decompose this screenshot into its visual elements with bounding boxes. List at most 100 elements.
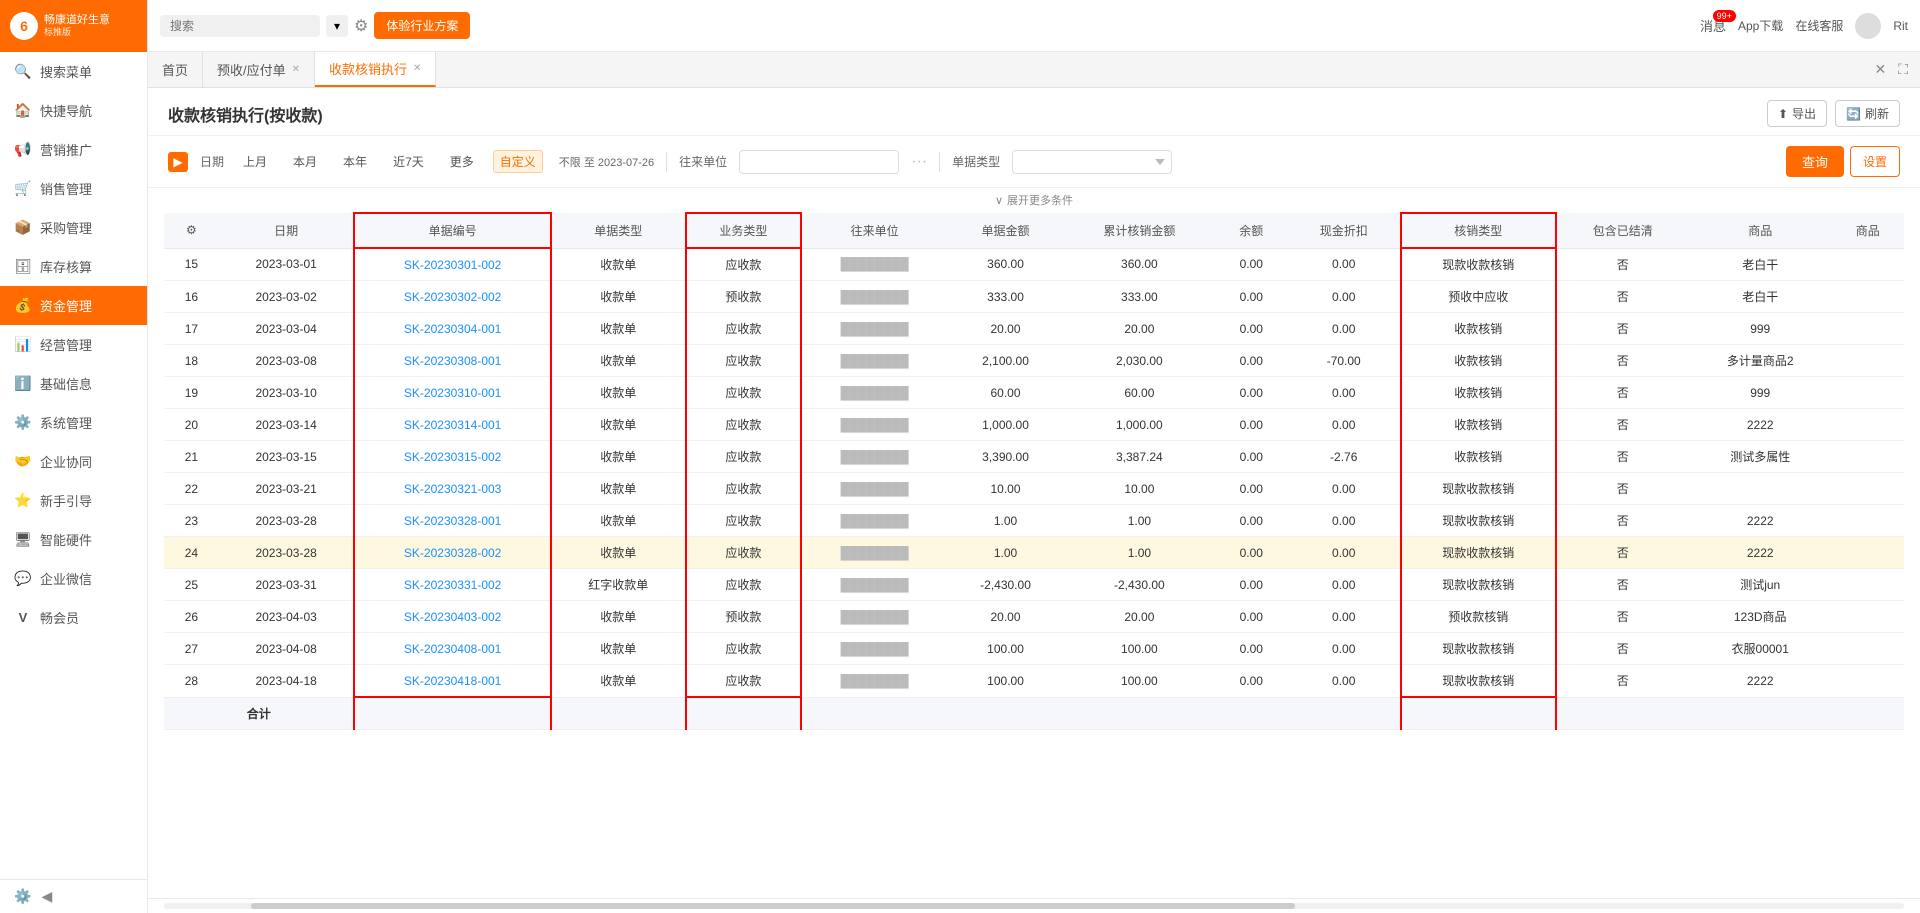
- doc-no-link[interactable]: SK-20230418-001: [404, 674, 501, 688]
- table-row[interactable]: 21 2023-03-15 SK-20230315-002 收款单 应收款 ██…: [164, 441, 1904, 473]
- th-balance[interactable]: 余额: [1215, 213, 1287, 248]
- doc-no-link[interactable]: SK-20230304-001: [404, 322, 501, 336]
- cell-goods2: [1832, 601, 1905, 633]
- sidebar-item-basic[interactable]: ℹ️ 基础信息: [0, 364, 147, 403]
- doc-no-link[interactable]: SK-20230408-001: [404, 642, 501, 656]
- query-button[interactable]: 查询: [1786, 146, 1844, 177]
- tab-advance-close[interactable]: ✕: [292, 64, 300, 75]
- topbar-gear-icon[interactable]: ⚙: [354, 16, 368, 36]
- table-row[interactable]: 19 2023-03-10 SK-20230310-001 收款单 应收款 ██…: [164, 377, 1904, 409]
- filter-dots[interactable]: ···: [911, 153, 927, 171]
- industry-btn[interactable]: 体验行业方案: [374, 12, 470, 39]
- date-this-month[interactable]: 本月: [286, 150, 324, 173]
- table-row[interactable]: 22 2023-03-21 SK-20230321-003 收款单 应收款 ██…: [164, 473, 1904, 505]
- search-input[interactable]: [160, 15, 320, 37]
- date-custom-btn[interactable]: 自定义: [493, 150, 543, 173]
- cell-no: 19: [164, 377, 219, 409]
- table-row[interactable]: 16 2023-03-02 SK-20230302-002 收款单 预收款 ██…: [164, 281, 1904, 313]
- cell-no: 17: [164, 313, 219, 345]
- cell-balance: 0.00: [1215, 281, 1287, 313]
- th-doc-type[interactable]: 单据类型: [551, 213, 686, 248]
- doc-no-link[interactable]: SK-20230321-003: [404, 482, 501, 496]
- cell-goods2: [1832, 473, 1905, 505]
- th-cash-discount[interactable]: 现金折扣: [1287, 213, 1401, 248]
- sidebar-item-sales[interactable]: 🛒 销售管理: [0, 169, 147, 208]
- table-row[interactable]: 18 2023-03-08 SK-20230308-001 收款单 应收款 ██…: [164, 345, 1904, 377]
- th-goods2[interactable]: 商品: [1832, 213, 1905, 248]
- date-7days[interactable]: 近7天: [386, 150, 431, 173]
- th-cum-writeoff[interactable]: 累计核销金额: [1064, 213, 1215, 248]
- table-row[interactable]: 23 2023-03-28 SK-20230328-001 收款单 应收款 ██…: [164, 505, 1904, 537]
- sidebar-item-shortcut[interactable]: 🏠 快捷导航: [0, 91, 147, 130]
- doc-no-link[interactable]: SK-20230315-002: [404, 450, 501, 464]
- partner-input[interactable]: [739, 150, 899, 174]
- expand-more-bar[interactable]: ∨ 展开更多条件: [148, 188, 1920, 212]
- th-goods[interactable]: 商品: [1689, 213, 1832, 248]
- doc-no-link[interactable]: SK-20230331-002: [404, 578, 501, 592]
- table-row[interactable]: 25 2023-03-31 SK-20230331-002 红字收款单 应收款 …: [164, 569, 1904, 601]
- notification-bell[interactable]: 消息 99+: [1700, 16, 1726, 35]
- th-date[interactable]: 日期: [219, 213, 355, 248]
- sidebar-item-inventory[interactable]: 🗄 库存核算: [0, 247, 147, 286]
- avatar[interactable]: [1855, 13, 1881, 39]
- doc-no-link[interactable]: SK-20230328-001: [404, 514, 501, 528]
- date-more[interactable]: 更多: [443, 150, 481, 173]
- tab-writeoff-close[interactable]: ✕: [413, 63, 421, 74]
- online-service-link[interactable]: 在线客服: [1795, 17, 1843, 34]
- scroll-thumb[interactable]: [251, 903, 1295, 909]
- export-button[interactable]: ⬆ 导出: [1767, 100, 1827, 127]
- table-row[interactable]: 20 2023-03-14 SK-20230314-001 收款单 应收款 ██…: [164, 409, 1904, 441]
- sidebar-item-search[interactable]: 🔍 搜索菜单: [0, 52, 147, 91]
- doc-no-link[interactable]: SK-20230301-002: [404, 258, 501, 272]
- table-row[interactable]: 17 2023-03-04 SK-20230304-001 收款单 应收款 ██…: [164, 313, 1904, 345]
- sidebar-item-operation[interactable]: 📊 经营管理: [0, 325, 147, 364]
- tab-advance[interactable]: 预收/应付单 ✕: [203, 52, 315, 87]
- cell-date: 2023-04-08: [219, 633, 355, 665]
- sidebar-item-corp[interactable]: 🤝 企业协同: [0, 442, 147, 481]
- doc-no-link[interactable]: SK-20230314-001: [404, 418, 501, 432]
- gear-icon: ⚙️: [14, 414, 32, 432]
- sidebar-item-finance[interactable]: 💰 资金管理: [0, 286, 147, 325]
- table-row[interactable]: 27 2023-04-08 SK-20230408-001 收款单 应收款 ██…: [164, 633, 1904, 665]
- table-row[interactable]: 15 2023-03-01 SK-20230301-002 收款单 应收款 ██…: [164, 248, 1904, 281]
- doc-no-link[interactable]: SK-20230308-001: [404, 354, 501, 368]
- date-this-year[interactable]: 本年: [336, 150, 374, 173]
- refresh-icon: 🔄: [1846, 107, 1861, 121]
- doc-no-link[interactable]: SK-20230310-001: [404, 386, 501, 400]
- th-incl-settled[interactable]: 包含已结清: [1556, 213, 1689, 248]
- date-last-month[interactable]: 上月: [236, 150, 274, 173]
- tab-close-all[interactable]: ✕: [1870, 57, 1890, 82]
- tab-home[interactable]: 首页: [148, 52, 203, 87]
- sidebar-item-guide[interactable]: ⭐ 新手引导: [0, 481, 147, 520]
- th-writeoff-type[interactable]: 核销类型: [1401, 213, 1556, 248]
- sidebar-item-member[interactable]: V 畅会员: [0, 598, 147, 637]
- cell-cum-writeoff: -2,430.00: [1064, 569, 1215, 601]
- filter-expand-arrow[interactable]: ▶: [168, 152, 188, 172]
- doc-no-link[interactable]: SK-20230328-002: [404, 546, 501, 560]
- refresh-button[interactable]: 🔄 刷新: [1835, 100, 1900, 127]
- sidebar-item-marketing[interactable]: 📢 营销推广: [0, 130, 147, 169]
- collapse-icon[interactable]: ◀: [41, 888, 52, 905]
- sidebar-item-system[interactable]: ⚙️ 系统管理: [0, 403, 147, 442]
- doc-type-select[interactable]: [1012, 150, 1172, 174]
- settings-icon[interactable]: ⚙️: [14, 888, 31, 905]
- app-download-link[interactable]: App下载: [1738, 17, 1783, 34]
- tab-writeoff[interactable]: 收款核销执行 ✕: [315, 52, 436, 87]
- sidebar-item-purchase[interactable]: 📦 采购管理: [0, 208, 147, 247]
- th-partner[interactable]: 往来单位: [801, 213, 947, 248]
- th-biz-type[interactable]: 业务类型: [686, 213, 801, 248]
- sidebar-item-hardware[interactable]: 🖥 智能硬件: [0, 520, 147, 559]
- table-row[interactable]: 28 2023-04-18 SK-20230418-001 收款单 应收款 ██…: [164, 665, 1904, 698]
- doc-no-link[interactable]: SK-20230403-002: [404, 610, 501, 624]
- dropdown-button[interactable]: ▾: [326, 15, 348, 37]
- setting-button[interactable]: 设置: [1850, 146, 1900, 177]
- th-amount[interactable]: 单据金额: [947, 213, 1063, 248]
- table-row[interactable]: 24 2023-03-28 SK-20230328-002 收款单 应收款 ██…: [164, 537, 1904, 569]
- table-row[interactable]: 26 2023-04-03 SK-20230403-002 收款单 预收款 ██…: [164, 601, 1904, 633]
- th-gear[interactable]: ⚙: [164, 213, 219, 248]
- tab-maximize[interactable]: ⛶: [1894, 57, 1912, 82]
- th-doc-no[interactable]: 单据编号: [354, 213, 550, 248]
- table-scrollbar[interactable]: [148, 898, 1920, 913]
- doc-no-link[interactable]: SK-20230302-002: [404, 290, 501, 304]
- sidebar-item-wechat[interactable]: 💬 企业微信: [0, 559, 147, 598]
